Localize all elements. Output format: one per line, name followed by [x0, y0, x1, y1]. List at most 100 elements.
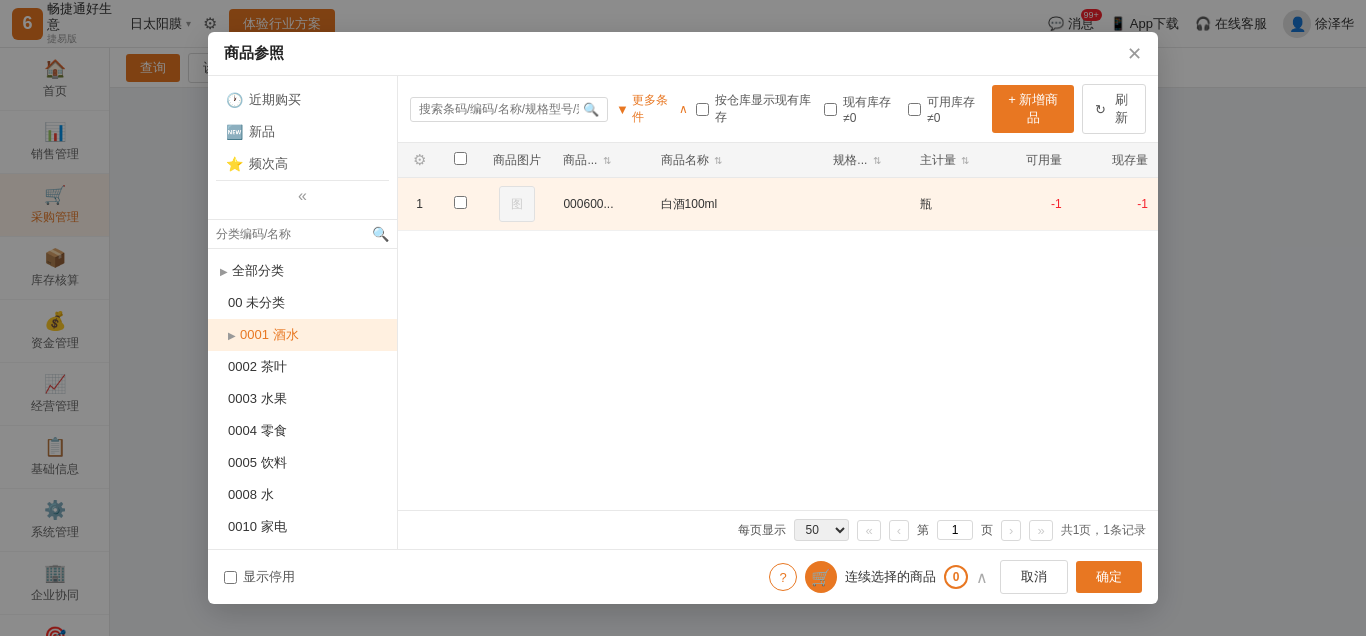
cat-item-0004[interactable]: 0004 零食 [208, 415, 397, 447]
new-icon: 🆕 [226, 124, 243, 140]
row-stock-1: -1 [1072, 178, 1158, 231]
col-header-unit[interactable]: 主计量 ⇅ [910, 143, 986, 178]
available-stock-checkbox[interactable] [908, 103, 921, 116]
cat-label-00: 00 未分类 [228, 294, 285, 312]
help-button[interactable]: ? [769, 563, 797, 591]
cat-item-0001[interactable]: ▶ 0001 酒水 [208, 319, 397, 351]
cart-icon: 🛒 [811, 568, 831, 587]
quick-item-recent-label: 近期购买 [249, 91, 301, 109]
prev-page-button[interactable]: ‹ [889, 520, 909, 541]
product-table: ⚙ 商品图片 商品... ⇅ [398, 143, 1158, 231]
footer-collapse-icon[interactable]: ∧ [976, 568, 988, 587]
last-page-button[interactable]: » [1029, 520, 1052, 541]
show-disabled-checkbox[interactable] [224, 571, 237, 584]
modal-close-button[interactable]: ✕ [1127, 45, 1142, 63]
product-search-input[interactable] [419, 102, 579, 116]
cart-count-badge: 0 [944, 565, 968, 589]
cat-label-0010: 0010 家电 [228, 518, 287, 536]
add-product-button[interactable]: + 新增商品 [992, 85, 1074, 133]
product-table-container: ⚙ 商品图片 商品... ⇅ [398, 143, 1158, 510]
modal-footer: 显示停用 ? 🛒 连续选择的商品 0 ∧ 取消 确定 [208, 549, 1158, 604]
current-stock-checkbox[interactable] [824, 103, 837, 116]
product-search-icon[interactable]: 🔍 [583, 102, 599, 117]
filter-arrow-icon: ∧ [679, 102, 688, 116]
pagination-bar: 每页显示 50 10 20 100 « ‹ 第 页 › » 共1页，1条记录 [398, 510, 1158, 549]
product-image-placeholder: 图 [499, 186, 535, 222]
product-reference-modal: 商品参照 ✕ 🕐 近期购买 🆕 新品 [208, 32, 1158, 604]
show-disabled-checkbox-group[interactable]: 显示停用 [224, 568, 295, 586]
modal-body: 🕐 近期购买 🆕 新品 ⭐ 频次高 « [208, 76, 1158, 549]
modal-left-panel: 🕐 近期购买 🆕 新品 ⭐ 频次高 « [208, 76, 398, 549]
category-search-box: 🔍 [208, 220, 397, 249]
col-header-spec[interactable]: 规格... ⇅ [823, 143, 909, 178]
warehouse-stock-checkbox[interactable] [696, 103, 709, 116]
refresh-icon: ↻ [1095, 102, 1106, 117]
filter-label: 更多条件 [632, 92, 676, 126]
sort-unit-icon: ⇅ [961, 155, 969, 166]
cat-label-0001: 0001 酒水 [240, 326, 299, 344]
cat-label-0002: 0002 茶叶 [228, 358, 287, 376]
quick-item-recent[interactable]: 🕐 近期购买 [216, 84, 389, 116]
cat-label-all: 全部分类 [232, 262, 284, 280]
cat-label-0008: 0008 水 [228, 486, 274, 504]
quick-access-list: 🕐 近期购买 🆕 新品 ⭐ 频次高 [216, 84, 389, 180]
confirm-button[interactable]: 确定 [1076, 561, 1142, 593]
filter-button[interactable]: ▼ 更多条件 ∧ [616, 92, 688, 126]
quick-item-frequent[interactable]: ⭐ 频次高 [216, 148, 389, 180]
cat-label-0004: 0004 零食 [228, 422, 287, 440]
sort-code-icon: ⇅ [603, 155, 611, 166]
quick-item-new[interactable]: 🆕 新品 [216, 116, 389, 148]
table-row[interactable]: 1 图 [398, 178, 1158, 231]
cat-arrow-icon: ▶ [220, 266, 228, 277]
quick-access-section: 🕐 近期购买 🆕 新品 ⭐ 频次高 « [208, 76, 397, 220]
row-name-1: 白酒100ml [651, 178, 824, 231]
col-settings-icon[interactable]: ⚙ [413, 151, 426, 168]
cat-item-00[interactable]: 00 未分类 [208, 287, 397, 319]
col-header-stock[interactable]: 现存量 [1072, 143, 1158, 178]
cat-item-0005[interactable]: 0005 饮料 [208, 447, 397, 479]
help-icon: ? [779, 570, 786, 585]
category-search-icon[interactable]: 🔍 [372, 226, 389, 242]
toolbar-right: + 新增商品 ↻ 刷新 [992, 84, 1146, 134]
cat-item-all[interactable]: ▶ 全部分类 [208, 255, 397, 287]
refresh-button[interactable]: ↻ 刷新 [1082, 84, 1146, 134]
col-header-check[interactable] [441, 143, 480, 178]
cancel-button[interactable]: 取消 [1000, 560, 1068, 594]
category-tree: ▶ 全部分类 00 未分类 ▶ 0001 酒水 0002 茶叶 0003 水果 [208, 249, 397, 549]
row-code-1: 000600... [553, 178, 650, 231]
cat-item-0003[interactable]: 0003 水果 [208, 383, 397, 415]
footer-right: 取消 确定 [1000, 560, 1142, 594]
row-unit-1: 瓶 [910, 178, 986, 231]
row-check-1[interactable] [441, 178, 480, 231]
checkbox-available-stock[interactable]: 可用库存≠0 [908, 94, 984, 125]
warehouse-stock-label: 按仓库显示现有库存 [715, 92, 816, 126]
total-info: 共1页，1条记录 [1061, 522, 1146, 539]
cat-item-0008[interactable]: 0008 水 [208, 479, 397, 511]
cat-label-0005: 0005 饮料 [228, 454, 287, 472]
page-size-label: 每页显示 [738, 522, 786, 539]
cat-item-0002[interactable]: 0002 茶叶 [208, 351, 397, 383]
page-word2: 页 [981, 522, 993, 539]
cart-button[interactable]: 🛒 [805, 561, 837, 593]
col-header-available[interactable]: 可用量 [985, 143, 1071, 178]
modal-right-panel: 🔍 ▼ 更多条件 ∧ 按仓库显示现有库存 现有库存≠0 [398, 76, 1158, 549]
select-all-checkbox[interactable] [454, 152, 467, 165]
page-number-input[interactable] [937, 520, 973, 540]
checkbox-current-stock[interactable]: 现有库存≠0 [824, 94, 900, 125]
cat-0001-arrow-icon: ▶ [228, 330, 236, 341]
first-page-button[interactable]: « [857, 520, 880, 541]
cat-item-0010[interactable]: 0010 家电 [208, 511, 397, 543]
available-stock-label: 可用库存≠0 [927, 94, 984, 125]
next-page-button[interactable]: › [1001, 520, 1021, 541]
page-size-select[interactable]: 50 10 20 100 [794, 519, 849, 541]
col-header-img: 商品图片 [480, 143, 553, 178]
filter-icon: ▼ [616, 102, 629, 117]
row-num-1: 1 [398, 178, 441, 231]
left-panel-collapse-button[interactable]: « [216, 180, 389, 211]
category-search-input[interactable] [216, 227, 368, 241]
row-checkbox-1[interactable] [454, 196, 467, 209]
checkbox-warehouse-stock[interactable]: 按仓库显示现有库存 [696, 92, 816, 126]
col-header-settings[interactable]: ⚙ [398, 143, 441, 178]
col-header-code[interactable]: 商品... ⇅ [553, 143, 650, 178]
col-header-name[interactable]: 商品名称 ⇅ [651, 143, 824, 178]
